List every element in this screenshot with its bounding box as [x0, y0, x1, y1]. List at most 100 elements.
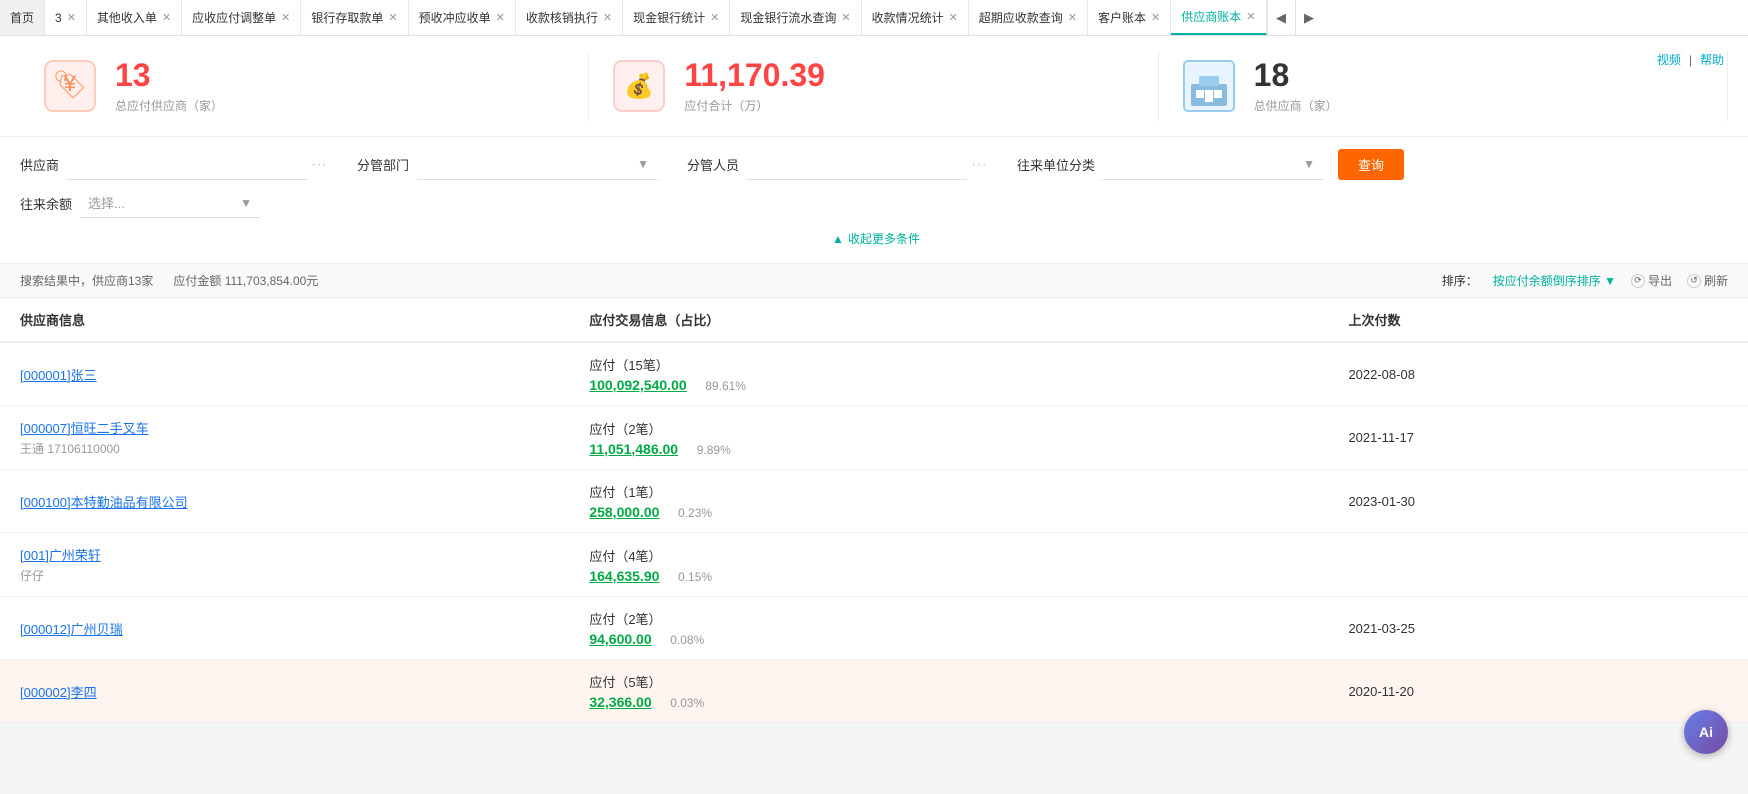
help-link[interactable]: 帮助: [1700, 51, 1724, 68]
balance-filter-select[interactable]: 选择... ▼: [80, 188, 260, 218]
svg-text:¥: ¥: [63, 71, 77, 96]
nav-bank-deposit-close[interactable]: ✕: [388, 11, 397, 24]
nav-overdue-close[interactable]: ✕: [1068, 11, 1077, 24]
supplier-info-1: [000001]张三: [20, 355, 589, 393]
table-row: [000002]李四 应付（5笔） 32,366.00 0.03% 2020-1…: [0, 660, 1748, 723]
filter-dept: 分管部门 ▼: [357, 150, 657, 180]
nav-3-close[interactable]: ✕: [67, 11, 76, 24]
nav-cashbank-stat-close[interactable]: ✕: [710, 11, 719, 24]
supplier-link-2[interactable]: [000007]恒旺二手叉车: [20, 418, 589, 437]
result-bar: 搜索结果中，供应商13家 应付金额 111,703,854.00元 排序： 按应…: [0, 264, 1748, 298]
nav-item-cashbank-stat[interactable]: 现金银行统计 ✕: [623, 0, 730, 35]
transaction-amount-2[interactable]: 11,051,486.00: [589, 441, 678, 457]
collapse-button[interactable]: ▲ 收起更多条件: [828, 230, 920, 247]
supplier-link-6[interactable]: [000002]李四: [20, 682, 589, 701]
nav-advance-label: 预收冲应收单: [419, 9, 491, 26]
nav-customer-ledger-label: 客户账本: [1098, 9, 1146, 26]
nav-arrow-right[interactable]: ▶: [1295, 0, 1323, 36]
nav-other-income-label: 其他收入单: [97, 9, 157, 26]
transaction-info-4: 应付（4笔） 164,635.90 0.15%: [589, 545, 1348, 584]
nav-receipt-stat-close[interactable]: ✕: [949, 11, 958, 24]
nav-item-overdue[interactable]: 超期应收款查询 ✕: [969, 0, 1088, 35]
export-button[interactable]: ⟳ 导出: [1631, 272, 1672, 289]
amount-total: 应付金额 111,703,854.00元: [173, 272, 318, 289]
transaction-info-3: 应付（1笔） 258,000.00 0.23%: [589, 482, 1348, 520]
nav-cashflow-close[interactable]: ✕: [841, 11, 850, 24]
video-link[interactable]: 视频: [1657, 51, 1681, 68]
table-container: 供应商信息 应付交易信息（占比） 上次付数 [000001]张三 应付（15笔）…: [0, 298, 1748, 723]
nav-item-other-income[interactable]: 其他收入单 ✕: [87, 0, 182, 35]
transaction-amount-1[interactable]: 100,092,540.00: [589, 377, 686, 393]
transaction-label-5: 应付（2笔）: [589, 609, 1348, 628]
nav-home-label: 首页: [10, 9, 34, 26]
supplier-link-1[interactable]: [000001]张三: [20, 365, 589, 384]
header-actions: 视频 | 帮助: [1653, 51, 1728, 68]
nav-item-cashflow[interactable]: 现金银行流水查询 ✕: [730, 0, 861, 35]
transaction-label-1: 应付（15笔）: [589, 355, 1348, 374]
nav-adjustments-close[interactable]: ✕: [281, 11, 290, 24]
transaction-amount-5[interactable]: 94,600.00: [589, 631, 651, 647]
dept-filter-label: 分管部门: [357, 155, 409, 174]
nav-item-customer-ledger[interactable]: 客户账本 ✕: [1088, 0, 1171, 35]
lastpay-date-2: 2021-11-17: [1348, 430, 1414, 445]
supplier-link-5[interactable]: [000012]广州贝瑞: [20, 619, 589, 638]
nav-arrow-left[interactable]: ◀: [1267, 0, 1295, 36]
filter-person: 分管人员 ···: [687, 150, 987, 180]
filter-balance: 往来余额 选择... ▼: [20, 188, 260, 218]
person-filter-input[interactable]: [747, 150, 967, 180]
nav-overdue-label: 超期应收款查询: [979, 9, 1063, 26]
transaction-amount-3[interactable]: 258,000.00: [589, 504, 659, 520]
transaction-label-2: 应付（2笔）: [589, 419, 1348, 438]
nav-other-income-close[interactable]: ✕: [162, 11, 171, 24]
supplier-filter-label: 供应商: [20, 155, 59, 174]
supplier-filter-input[interactable]: [67, 150, 307, 180]
person-filter-dots[interactable]: ···: [971, 156, 987, 174]
payable-total-icon: 💰: [609, 56, 669, 116]
balance-filter-label: 往来余额: [20, 194, 72, 213]
ai-button[interactable]: Ai: [1684, 710, 1728, 754]
nav-item-receipt-stat[interactable]: 收款情况统计 ✕: [862, 0, 969, 35]
nav-item-adjustments[interactable]: 应收应付调整单 ✕: [182, 0, 301, 35]
nav-item-supplier-ledger[interactable]: 供应商账本 ✕: [1171, 0, 1266, 35]
ai-label: Ai: [1699, 724, 1713, 740]
col-header-lastpay: 上次付数: [1348, 310, 1728, 329]
transaction-info-6: 应付（5笔） 32,366.00 0.03%: [589, 672, 1348, 710]
supplier-contact-2: 王通 17106110000: [20, 440, 589, 457]
stat-card-payable-total: 💰 11,170.39 应付合计（万）: [589, 51, 1158, 121]
table-row: [000012]广州贝瑞 应付（2笔） 94,600.00 0.08% 2021…: [0, 597, 1748, 660]
transaction-amount-6[interactable]: 32,366.00: [589, 694, 651, 710]
nav-bank-deposit-label: 银行存取款单: [311, 9, 383, 26]
supplier-link-4[interactable]: [001]广州荣轩: [20, 545, 589, 564]
transaction-pct-6: 0.03%: [670, 696, 704, 710]
transaction-pct-1: 89.61%: [705, 379, 746, 393]
nav-item-home[interactable]: 首页: [0, 0, 45, 35]
nav-item-advance[interactable]: 预收冲应收单 ✕: [409, 0, 516, 35]
payable-suppliers-label: 总应付供应商（家）: [115, 97, 223, 114]
nav-customer-ledger-close[interactable]: ✕: [1151, 11, 1160, 24]
nav-advance-close[interactable]: ✕: [496, 11, 505, 24]
category-filter-select[interactable]: ▼: [1103, 150, 1323, 180]
supplier-filter-dots[interactable]: ···: [311, 156, 327, 174]
nav-supplier-ledger-close[interactable]: ✕: [1246, 10, 1255, 23]
payable-total-number: 11,170.39: [684, 58, 825, 93]
refresh-button[interactable]: ↺ 刷新: [1687, 272, 1728, 289]
table-header: 供应商信息 应付交易信息（占比） 上次付数: [0, 298, 1748, 343]
nav-cashbank-stat-label: 现金银行统计: [633, 9, 705, 26]
nav-item-bank-deposit[interactable]: 银行存取款单 ✕: [301, 0, 408, 35]
nav-item-receipt[interactable]: 收款核销执行 ✕: [516, 0, 623, 35]
supplier-contact-4: 仔仔: [20, 567, 589, 584]
nav-item-3[interactable]: 3 ✕: [45, 0, 87, 35]
nav-receipt-close[interactable]: ✕: [603, 11, 612, 24]
transaction-amount-4[interactable]: 164,635.90: [589, 568, 659, 584]
dept-filter-select[interactable]: ▼: [417, 150, 657, 180]
refresh-icon: ↺: [1687, 274, 1701, 288]
stats-header: 🏷 ¥ 13 总应付供应商（家） 💰 11,170.39 应付合计（万）: [0, 36, 1748, 137]
supplier-link-3[interactable]: [000100]本特勤油品有限公司: [20, 492, 589, 511]
lastpay-3: 2023-01-30: [1348, 482, 1728, 520]
lastpay-date-5: 2021-03-25: [1348, 621, 1415, 636]
sort-select[interactable]: 按应付余额倒序排序 ▼: [1493, 272, 1616, 289]
transaction-pct-5: 0.08%: [670, 633, 704, 647]
query-button[interactable]: 查询: [1338, 149, 1404, 180]
transaction-pct-2: 9.89%: [697, 443, 731, 457]
nav-receipt-label: 收款核销执行: [526, 9, 598, 26]
